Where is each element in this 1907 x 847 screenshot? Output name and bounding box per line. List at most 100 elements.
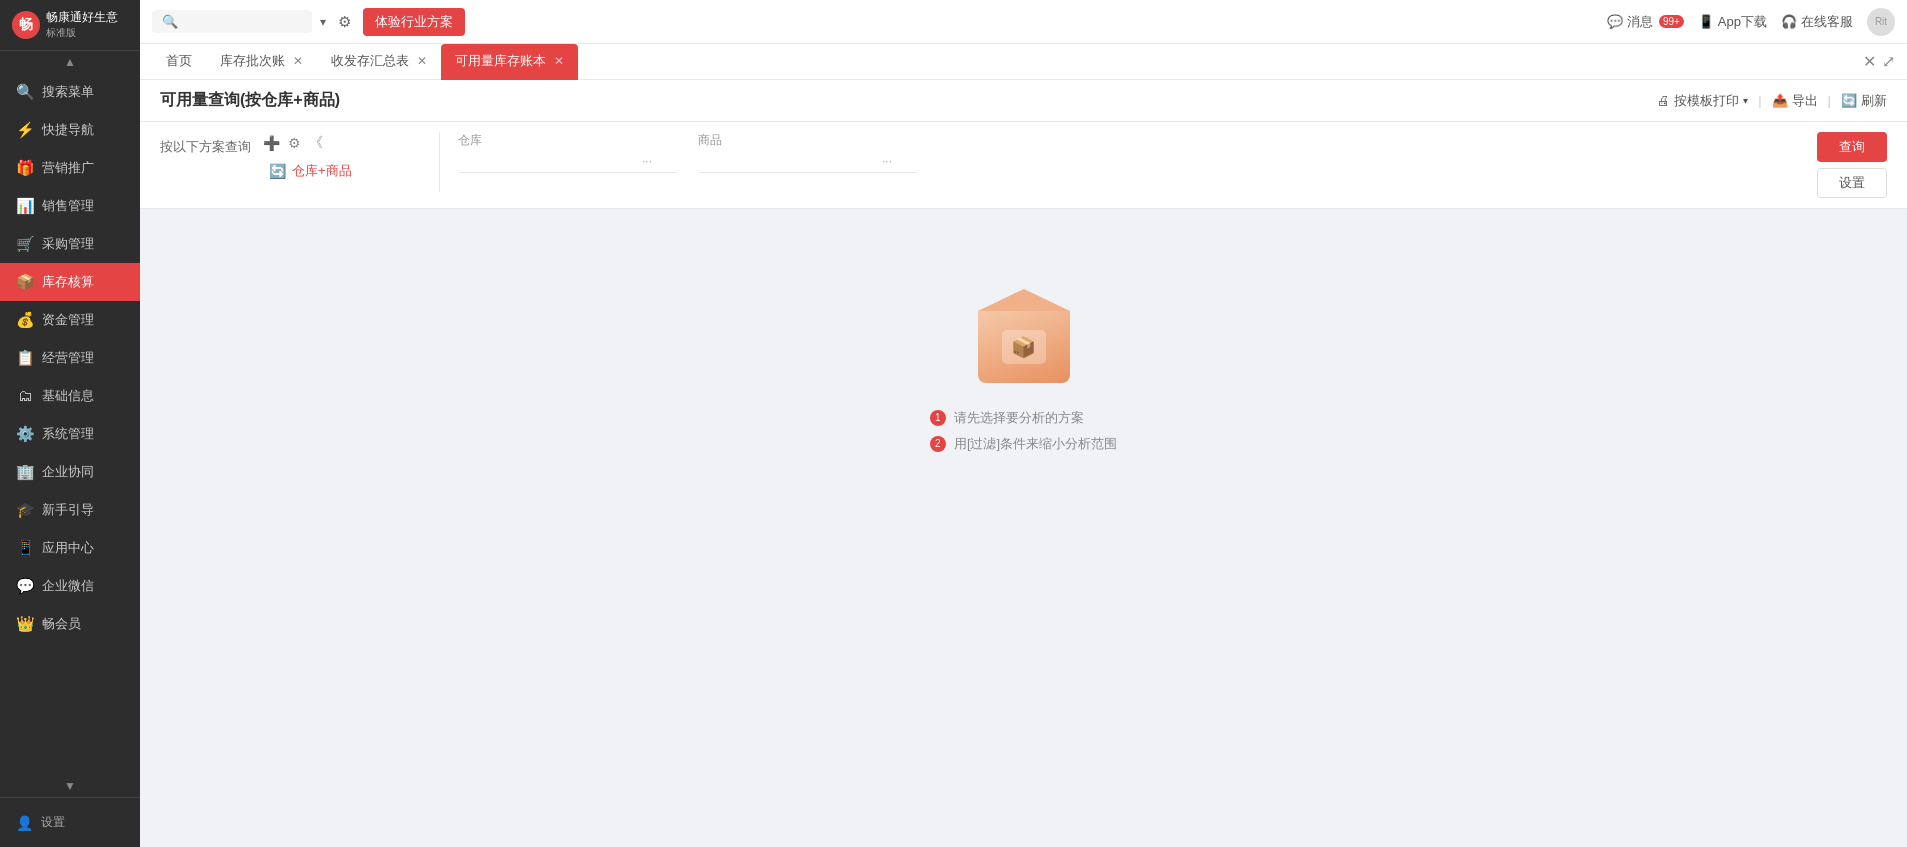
query-button[interactable]: 查询 [1817,132,1887,162]
customer-service-button[interactable]: 🎧 在线客服 [1781,13,1853,31]
export-button[interactable]: 📤 导出 [1772,92,1818,110]
tab-summary[interactable]: 收发存汇总表 ✕ [317,44,441,80]
user-avatar-text: Rit [1875,16,1887,27]
sidebar-item-operation-label: 经营管理 [42,349,94,367]
sidebar-item-finance[interactable]: 💰 资金管理 [0,301,140,339]
warehouse-input[interactable] [458,153,638,168]
search-icon: 🔍 [16,83,34,101]
sidebar-item-purchase-label: 采购管理 [42,235,94,253]
print-template-button[interactable]: 🖨 按模板打印 ▾ [1657,92,1748,110]
inventory-icon: 📦 [16,273,34,291]
sidebar-item-operation[interactable]: 📋 经营管理 [0,339,140,377]
message-label: 消息 [1627,13,1653,31]
empty-hint-list: 1 请先选择要分析的方案 2 用[过滤]条件来缩小分析范围 [930,405,1117,457]
sidebar-item-shortcut[interactable]: ⚡ 快捷导航 [0,111,140,149]
filter-scheme-actions: ➕ ⚙ 《 [261,132,325,154]
sidebar-footer: 👤 设置 [0,797,140,847]
sidebar-item-inventory[interactable]: 📦 库存核算 [0,263,140,301]
tab-batch-label: 库存批次账 [220,52,285,70]
sidebar-scroll-down[interactable]: ▼ [0,775,140,797]
sidebar-item-sales[interactable]: 📊 销售管理 [0,187,140,225]
tab-batch[interactable]: 库存批次账 ✕ [206,44,317,80]
tab-available[interactable]: 可用量库存账本 ✕ [441,44,578,80]
sidebar-item-marketing[interactable]: 🎁 营销推广 [0,149,140,187]
system-icon: ⚙️ [16,425,34,443]
sidebar-item-member[interactable]: 👑 畅会员 [0,605,140,643]
goods-field-input-row: ··· [698,153,918,173]
empty-state: 📦 1 请先选择要分析的方案 2 用[过滤]条件来缩小分析范围 [140,209,1907,537]
topbar-right-area: 💬 消息 99+ 📱 App下载 🎧 在线客服 Rit [1607,8,1895,36]
message-icon: 💬 [1607,14,1623,29]
filter-scheme-header: ➕ ⚙ 《 [261,132,421,154]
goods-input[interactable] [698,153,878,168]
sidebar-item-search[interactable]: 🔍 搜索菜单 [0,73,140,111]
member-icon: 👑 [16,615,34,633]
topbar-dropdown-button[interactable]: ▾ [320,15,326,29]
scheme-warehouse-label: 仓库+商品 [292,162,352,180]
settings-scheme-button[interactable]: ⚙ [286,133,303,153]
empty-illustration: 📦 [974,289,1074,389]
hint-text-1: 请先选择要分析的方案 [954,405,1084,431]
sidebar-item-newbie[interactable]: 🎓 新手引导 [0,491,140,529]
message-button[interactable]: 💬 消息 99+ [1607,13,1684,31]
app-download-icon: 📱 [1698,14,1714,29]
sidebar-item-wechat[interactable]: 💬 企业微信 [0,567,140,605]
topbar-search-input[interactable] [182,15,282,29]
user-avatar-small: 👤 [16,815,33,831]
sidebar-item-inventory-label: 库存核算 [42,273,94,291]
sidebar-item-enterprise[interactable]: 🏢 企业协同 [0,453,140,491]
marketing-icon: 🎁 [16,159,34,177]
search-icon-top: 🔍 [162,14,178,29]
sidebar-nav: 🔍 搜索菜单 ⚡ 快捷导航 🎁 营销推广 📊 销售管理 🛒 采购管理 📦 库存核… [0,73,140,775]
sidebar-item-appstore-label: 应用中心 [42,539,94,557]
tab-home[interactable]: 首页 [152,44,206,80]
sidebar-footer-label: 设置 [41,814,65,831]
newbie-icon: 🎓 [16,501,34,519]
sales-icon: 📊 [16,197,34,215]
collapse-scheme-button[interactable]: 《 [307,132,325,154]
empty-hint-2: 2 用[过滤]条件来缩小分析范围 [930,431,1117,457]
app-download-button[interactable]: 📱 App下载 [1698,13,1767,31]
sidebar-item-marketing-label: 营销推广 [42,159,94,177]
sidebar-item-shortcut-label: 快捷导航 [42,121,94,139]
refresh-button[interactable]: 🔄 刷新 [1841,92,1887,110]
filter-settings-button[interactable]: 设置 [1817,168,1887,198]
sidebar-item-system[interactable]: ⚙️ 系统管理 [0,415,140,453]
sidebar-item-base[interactable]: 🗂 基础信息 [0,377,140,415]
logo-icon: 畅 [12,11,40,39]
scheme-warehouse-goods[interactable]: 🔄 仓库+商品 [261,158,421,184]
app-download-label: App下载 [1718,13,1767,31]
sidebar-scroll-up[interactable]: ▲ [0,51,140,73]
tab-summary-label: 收发存汇总表 [331,52,409,70]
customer-service-label: 在线客服 [1801,13,1853,31]
sidebar-item-appstore[interactable]: 📱 应用中心 [0,529,140,567]
goods-more-button[interactable]: ··· [882,154,892,168]
tab-summary-close[interactable]: ✕ [417,54,427,68]
tab-maximize-button[interactable]: ⤢ [1882,52,1895,71]
main-area: 🔍 ▾ ⚙ 体验行业方案 💬 消息 99+ 📱 App下载 🎧 在线客服 R [140,0,1907,847]
goods-filter-field: 商品 ··· [698,132,918,173]
sidebar-item-system-label: 系统管理 [42,425,94,443]
user-menu-button[interactable]: Rit [1867,8,1895,36]
page-header-actions: 🖨 按模板打印 ▾ | 📤 导出 | 🔄 刷新 [1657,92,1887,110]
tab-available-close[interactable]: ✕ [554,54,564,68]
industry-solution-button[interactable]: 体验行业方案 [363,8,465,36]
app-version: 标准版 [46,26,118,40]
warehouse-more-button[interactable]: ··· [642,154,652,168]
tab-close-window-button[interactable]: ✕ [1863,52,1876,71]
refresh-icon: 🔄 [1841,93,1857,108]
scheme-warehouse-icon: 🔄 [269,163,286,179]
sidebar-item-purchase[interactable]: 🛒 采购管理 [0,225,140,263]
divider2: | [1828,93,1831,108]
tab-batch-close[interactable]: ✕ [293,54,303,68]
refresh-label: 刷新 [1861,92,1887,110]
sidebar-footer-item[interactable]: 👤 设置 [0,806,140,839]
topbar-search-box[interactable]: 🔍 [152,10,312,33]
topbar: 🔍 ▾ ⚙ 体验行业方案 💬 消息 99+ 📱 App下载 🎧 在线客服 R [140,0,1907,44]
base-icon: 🗂 [16,387,34,404]
operation-icon: 📋 [16,349,34,367]
add-scheme-button[interactable]: ➕ [261,133,282,153]
topbar-gear-button[interactable]: ⚙ [334,13,355,31]
page-header: 可用量查询(按仓库+商品) 🖨 按模板打印 ▾ | 📤 导出 | 🔄 刷新 [140,80,1907,122]
export-icon: 📤 [1772,93,1788,108]
